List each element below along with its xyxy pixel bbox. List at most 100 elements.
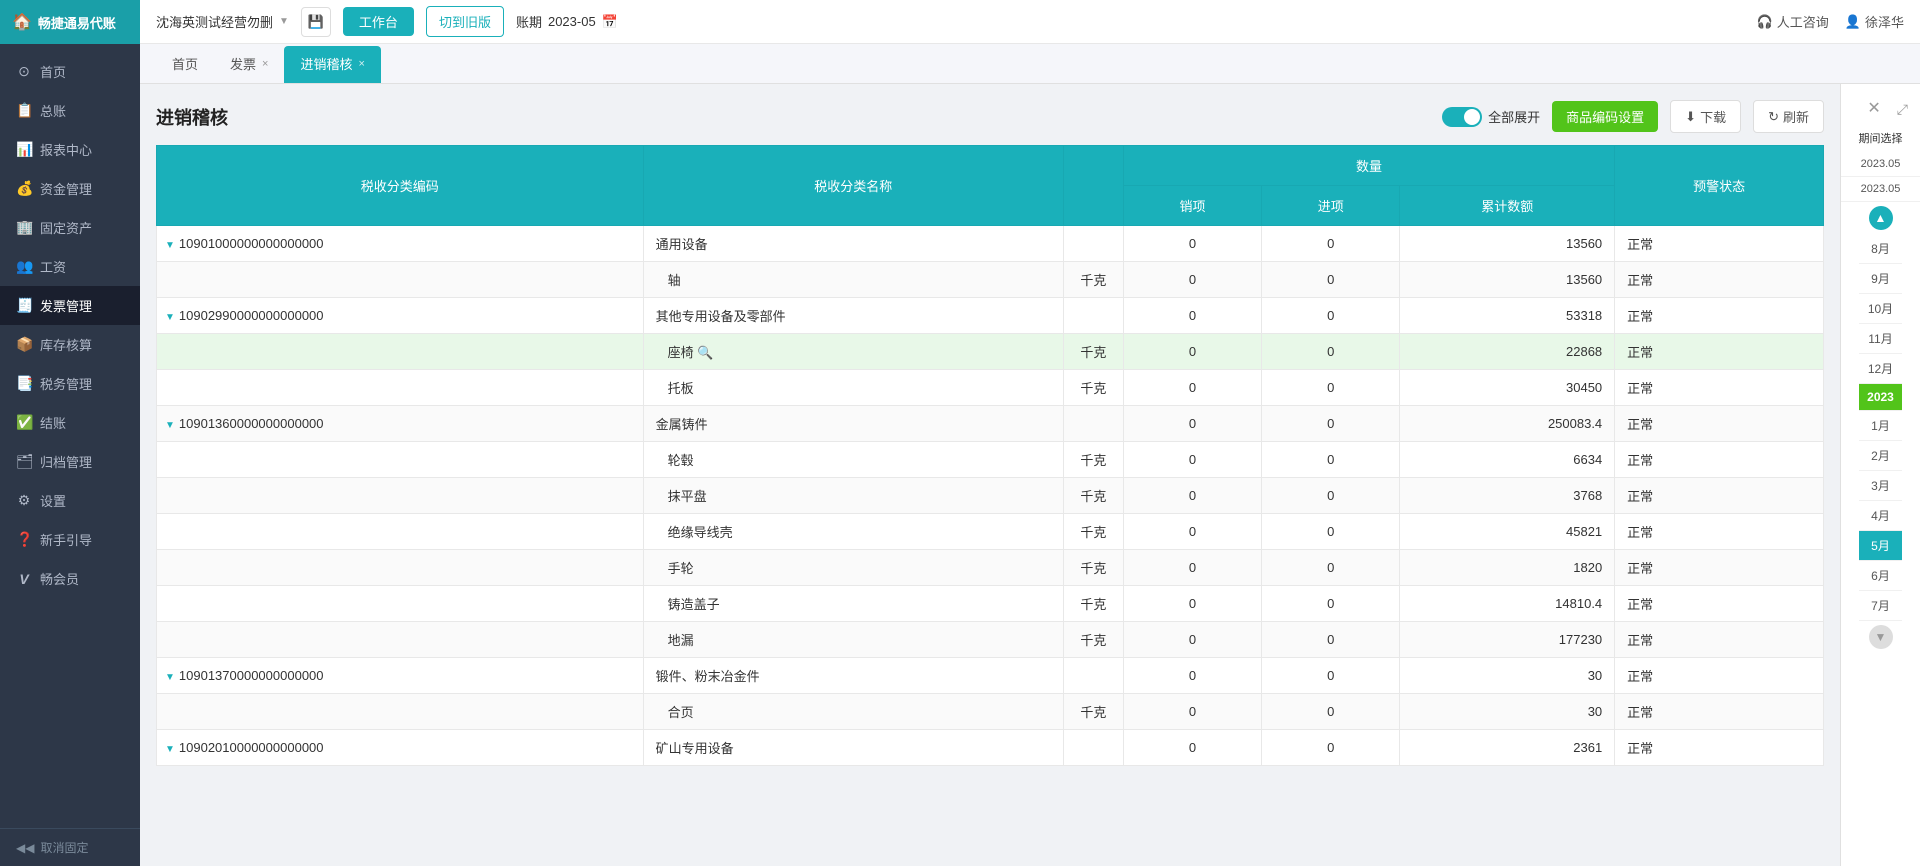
sidebar-item-tax[interactable]: 📑 税务管理 (0, 364, 140, 403)
company-selector[interactable]: 沈海英测试经营勿删 ▼ (156, 12, 289, 31)
cell-tax-name: 矿山专用设备 (643, 730, 1063, 766)
period-month-item[interactable]: 12月 (1859, 354, 1902, 384)
cell-warning: 正常 (1615, 586, 1824, 622)
product-code-btn[interactable]: 商品编码设置 (1552, 101, 1658, 132)
period-month-item[interactable]: 10月 (1859, 294, 1902, 324)
member-icon: V (16, 571, 32, 587)
cell-unit: 千克 (1063, 550, 1123, 586)
cell-purchase: 0 (1262, 226, 1400, 262)
sidebar-unpin-btn[interactable]: ◀◀ 取消固定 (0, 828, 140, 866)
cell-purchase: 0 (1262, 586, 1400, 622)
expand-icon[interactable]: ▼ (165, 672, 175, 683)
tab-home-label: 首页 (172, 54, 198, 73)
cell-unit: 千克 (1063, 370, 1123, 406)
cell-total: 30450 (1400, 370, 1615, 406)
sidebar-item-guide[interactable]: ❓ 新手引导 (0, 520, 140, 559)
period-month-item[interactable]: 9月 (1859, 264, 1902, 294)
tab-invoice[interactable]: 发票 × (214, 46, 284, 83)
user-menu[interactable]: 👤 徐泽华 (1845, 12, 1904, 31)
switch-version-button[interactable]: 切到旧版 (426, 6, 504, 37)
workbench-button[interactable]: 工作台 (343, 7, 414, 36)
cell-purchase: 0 (1262, 658, 1400, 694)
tab-invoice-close[interactable]: × (262, 58, 268, 70)
period-item-top1[interactable]: 2023.05 (1841, 152, 1920, 177)
chevron-down-icon: ▼ (279, 16, 289, 27)
unpin-icon: ◀◀ (16, 841, 34, 855)
period-month-item[interactable]: 6月 (1859, 561, 1902, 591)
calendar-icon: 📅 (602, 14, 618, 30)
period-nav-up-btn[interactable]: ▲ (1869, 206, 1893, 230)
period-month-item[interactable]: 7月 (1859, 591, 1902, 621)
cell-unit: 千克 (1063, 262, 1123, 298)
period-month-item[interactable]: 1月 (1859, 411, 1902, 441)
sidebar-item-reports[interactable]: 📊 报表中心 (0, 130, 140, 169)
sidebar-item-label: 工资 (40, 257, 66, 276)
save-icon: 💾 (308, 14, 324, 30)
app-name: 畅捷通易代账 (38, 13, 116, 32)
period-month-item[interactable]: 4月 (1859, 501, 1902, 531)
sidebar-item-settlement[interactable]: ✅ 结账 (0, 403, 140, 442)
period-month-item[interactable]: 2023 (1859, 384, 1902, 411)
tab-reconcile[interactable]: 进销稽核 × (284, 46, 380, 83)
col-purchase: 进项 (1262, 186, 1400, 226)
sidebar-item-label: 设置 (40, 491, 66, 510)
cell-warning: 正常 (1615, 334, 1824, 370)
cell-tax-name: 其他专用设备及零部件 (643, 298, 1063, 334)
sidebar-item-label: 报表中心 (40, 140, 92, 159)
expand-icon[interactable]: ▼ (165, 420, 175, 431)
cell-tax-code (157, 622, 644, 658)
cell-tax-name: 托板 (643, 370, 1063, 406)
col-quantity-header: 数量 (1123, 146, 1614, 186)
sidebar-item-label: 固定资产 (40, 218, 92, 237)
period-nav-down-btn[interactable]: ▼ (1869, 625, 1893, 649)
sidebar-item-funds[interactable]: 💰 资金管理 (0, 169, 140, 208)
expand-icon[interactable]: ▼ (165, 744, 175, 755)
expand-toggle[interactable] (1442, 107, 1482, 127)
refresh-btn[interactable]: ↻ 刷新 (1753, 100, 1824, 133)
cell-tax-code (157, 370, 644, 406)
logo-icon: 🏠 (12, 12, 32, 32)
sidebar-item-label: 结账 (40, 413, 66, 432)
cell-unit: 千克 (1063, 442, 1123, 478)
cell-warning: 正常 (1615, 298, 1824, 334)
period-month-item[interactable]: 11月 (1859, 324, 1902, 354)
panel-expand-btn[interactable]: ⤢ (1893, 97, 1912, 122)
cell-unit: 千克 (1063, 622, 1123, 658)
cell-purchase: 0 (1262, 262, 1400, 298)
period-selector[interactable]: 账期 2023-05 📅 (516, 12, 618, 31)
sidebar-item-settings[interactable]: ⚙ 设置 (0, 481, 140, 520)
period-item-top2[interactable]: 2023.05 (1841, 177, 1920, 202)
cell-total: 30 (1400, 658, 1615, 694)
period-month-item[interactable]: 3月 (1859, 471, 1902, 501)
cell-purchase: 0 (1262, 370, 1400, 406)
tab-home[interactable]: 首页 (156, 46, 214, 83)
sidebar-item-invoice[interactable]: 🧾 发票管理 (0, 286, 140, 325)
cell-sales: 0 (1123, 226, 1261, 262)
sidebar-item-label: 畅会员 (40, 569, 79, 588)
save-button[interactable]: 💾 (301, 7, 331, 37)
sidebar-item-member[interactable]: V 畅会员 (0, 559, 140, 598)
cell-warning: 正常 (1615, 262, 1824, 298)
page-header: 进销稽核 全部展开 商品编码设置 ⬇ 下载 ↻ 刷新 (156, 100, 1824, 133)
cell-tax-name: 绝缘导线壳 (643, 514, 1063, 550)
sidebar-item-fixed-assets[interactable]: 🏢 固定资产 (0, 208, 140, 247)
sidebar-item-home[interactable]: ⊙ 首页 (0, 52, 140, 91)
download-btn[interactable]: ⬇ 下载 (1670, 100, 1741, 133)
period-month-item[interactable]: 5月 (1859, 531, 1902, 561)
panel-close-btn[interactable]: ✕ (1863, 94, 1884, 122)
sidebar-item-ledger[interactable]: 📋 总账 (0, 91, 140, 130)
sidebar-item-archive[interactable]: 🗂 归档管理 (0, 442, 140, 481)
sidebar-item-inventory[interactable]: 📦 库存核算 (0, 325, 140, 364)
period-month-item[interactable]: 2月 (1859, 441, 1902, 471)
cell-total: 30 (1400, 694, 1615, 730)
period-month-item[interactable]: 8月 (1859, 234, 1902, 264)
sidebar-item-payroll[interactable]: 👥 工资 (0, 247, 140, 286)
cell-total: 13560 (1400, 226, 1615, 262)
reconcile-table: 税收分类编码 税收分类名称 数量 预警状态 销项 进项 累计数额 ▼109010 (156, 145, 1824, 766)
expand-icon[interactable]: ▼ (165, 240, 175, 251)
search-icon[interactable]: 🔍 (697, 345, 713, 360)
tab-reconcile-close[interactable]: × (358, 58, 364, 70)
cell-sales: 0 (1123, 694, 1261, 730)
service-button[interactable]: 🎧 人工咨询 (1757, 12, 1829, 31)
expand-icon[interactable]: ▼ (165, 312, 175, 323)
